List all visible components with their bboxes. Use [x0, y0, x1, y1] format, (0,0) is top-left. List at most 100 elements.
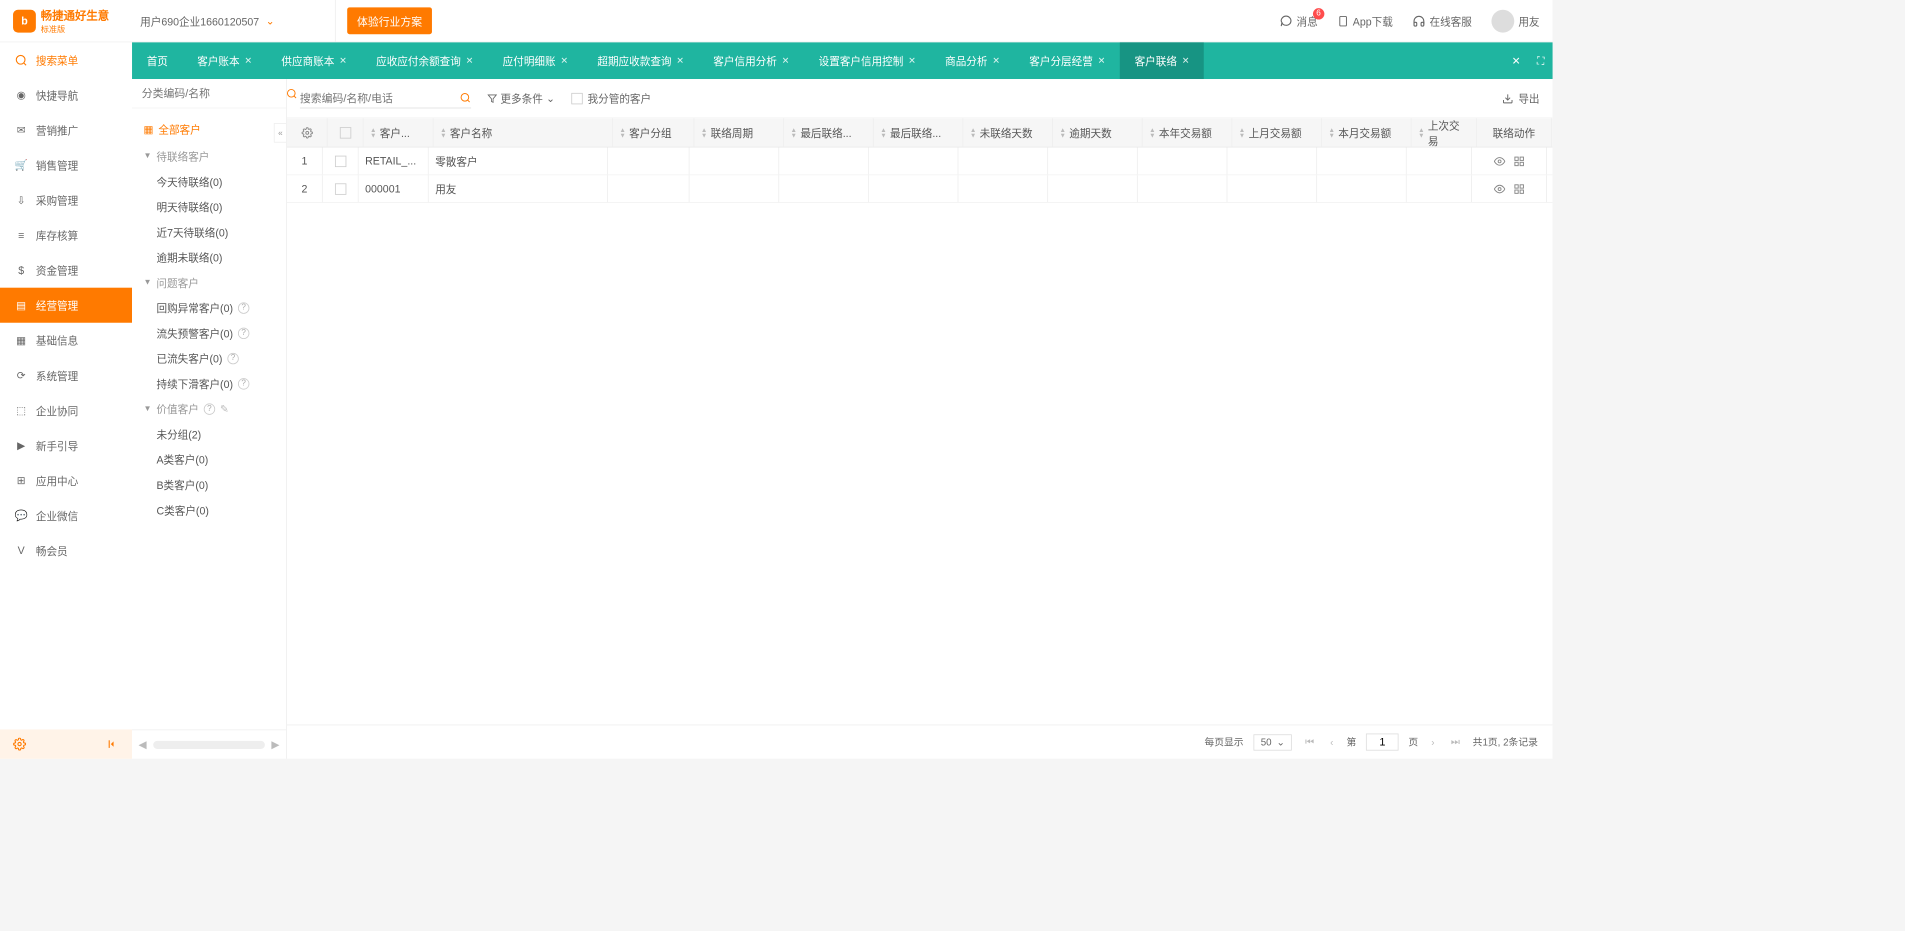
- close-icon[interactable]: ✕: [676, 55, 684, 66]
- nav-item-9[interactable]: ⬚企业协同: [0, 393, 132, 428]
- tab-5[interactable]: 超期应收款查询✕: [583, 42, 699, 79]
- nav-item-0[interactable]: ◉快捷导航: [0, 77, 132, 112]
- tree-scroll-left[interactable]: ◀: [139, 738, 147, 751]
- nav-item-13[interactable]: V畅会员: [0, 533, 132, 568]
- tree-leaf[interactable]: 近7天待联络(0): [132, 219, 286, 244]
- page-size-select[interactable]: 50 ⌄: [1253, 734, 1292, 750]
- header-checkbox[interactable]: [328, 118, 364, 147]
- nav-item-6[interactable]: ▤经营管理: [0, 288, 132, 323]
- tab-9[interactable]: 客户分层经营✕: [1015, 42, 1120, 79]
- tab-6[interactable]: 客户信用分析✕: [699, 42, 804, 79]
- col-customer-name[interactable]: 客户名称: [434, 118, 613, 147]
- tab-10[interactable]: 客户联络✕: [1120, 42, 1204, 79]
- close-icon[interactable]: ✕: [1182, 55, 1190, 66]
- close-icon[interactable]: ✕: [782, 55, 790, 66]
- prev-page-button[interactable]: ‹: [1327, 736, 1337, 747]
- tree-scroll-right[interactable]: ▶: [271, 738, 279, 751]
- nav-item-2[interactable]: 🛒销售管理: [0, 148, 132, 183]
- row-checkbox[interactable]: [323, 148, 359, 175]
- more-conditions[interactable]: 更多条件 ⌄: [487, 90, 555, 105]
- close-icon[interactable]: ✕: [1098, 55, 1106, 66]
- tree-scrollbar[interactable]: [153, 740, 265, 748]
- gear-icon[interactable]: [13, 738, 26, 751]
- user-menu[interactable]: 用友: [1491, 9, 1539, 32]
- col-overdue-days[interactable]: 逾期天数: [1053, 118, 1143, 147]
- tab-8[interactable]: 商品分析✕: [930, 42, 1014, 79]
- help-icon[interactable]: ?: [204, 403, 215, 414]
- nav-item-8[interactable]: ⟳系统管理: [0, 358, 132, 393]
- col-customer-code[interactable]: 客户...: [363, 118, 433, 147]
- table-row[interactable]: 1RETAIL_...零散客户: [287, 148, 1553, 176]
- tree-root-all[interactable]: ▦ 全部客户: [132, 115, 286, 144]
- tree-leaf[interactable]: 明天待联络(0): [132, 194, 286, 219]
- tenant-select[interactable]: 用户690企业1660120507 ⌄: [140, 0, 336, 42]
- tab-7[interactable]: 设置客户信用控制✕: [804, 42, 931, 79]
- tabs-close-all[interactable]: ✕: [1504, 54, 1529, 67]
- column-settings[interactable]: [287, 118, 328, 147]
- tree-collapse-button[interactable]: «: [274, 123, 287, 143]
- col-last-contact-1[interactable]: 最后联络...: [784, 118, 874, 147]
- close-icon[interactable]: ✕: [908, 55, 916, 66]
- nav-item-12[interactable]: 💬企业微信: [0, 498, 132, 533]
- nav-search[interactable]: 搜索菜单: [0, 42, 132, 77]
- tree-leaf[interactable]: B类客户(0): [132, 472, 286, 497]
- my-customers-checkbox[interactable]: 我分管的客户: [571, 90, 651, 105]
- tab-1[interactable]: 客户账本✕: [183, 42, 267, 79]
- help-icon[interactable]: ?: [227, 352, 238, 363]
- nav-item-10[interactable]: ▶新手引导: [0, 428, 132, 463]
- nav-item-5[interactable]: $资金管理: [0, 253, 132, 288]
- tree-group[interactable]: ▼问题客户: [132, 270, 286, 295]
- tree-leaf[interactable]: 今天待联络(0): [132, 169, 286, 194]
- search-icon[interactable]: [460, 92, 471, 103]
- next-page-button[interactable]: ›: [1428, 736, 1438, 747]
- tree-leaf[interactable]: 逾期未联络(0): [132, 245, 286, 270]
- app-download-link[interactable]: App下载: [1337, 13, 1393, 28]
- help-icon[interactable]: ?: [238, 378, 249, 389]
- last-page-button[interactable]: ⏭: [1448, 736, 1463, 748]
- tree-leaf[interactable]: 回购异常客户(0) ?: [132, 295, 286, 320]
- grid-search-input[interactable]: [300, 88, 460, 107]
- close-icon[interactable]: ✕: [245, 55, 253, 66]
- more-icon[interactable]: [1513, 155, 1524, 166]
- help-icon[interactable]: ?: [238, 302, 249, 313]
- row-checkbox[interactable]: [323, 175, 359, 202]
- col-days-no-contact[interactable]: 未联络天数: [963, 118, 1053, 147]
- view-icon[interactable]: [1493, 183, 1504, 194]
- col-customer-group[interactable]: 客户分组: [613, 118, 695, 147]
- table-row[interactable]: 2000001用友: [287, 175, 1553, 203]
- tab-2[interactable]: 供应商账本✕: [267, 42, 362, 79]
- nav-item-7[interactable]: ▦基础信息: [0, 323, 132, 358]
- col-last-month-amount[interactable]: 上月交易额: [1232, 118, 1322, 147]
- close-icon[interactable]: ✕: [561, 55, 569, 66]
- tree-leaf[interactable]: 已流失客户(0) ?: [132, 346, 286, 371]
- close-icon[interactable]: ✕: [992, 55, 1000, 66]
- close-icon[interactable]: ✕: [339, 55, 347, 66]
- page-input[interactable]: [1366, 734, 1399, 751]
- view-icon[interactable]: [1493, 155, 1504, 166]
- tabs-expand[interactable]: ⛶: [1529, 54, 1553, 67]
- col-last-contact-2[interactable]: 最后联络...: [874, 118, 964, 147]
- tree-leaf[interactable]: A类客户(0): [132, 447, 286, 472]
- tab-4[interactable]: 应付明细账✕: [488, 42, 583, 79]
- tree-leaf[interactable]: 流失预警客户(0) ?: [132, 320, 286, 345]
- col-contact-cycle[interactable]: 联络周期: [694, 118, 784, 147]
- tree-leaf[interactable]: 持续下滑客户(0) ?: [132, 371, 286, 396]
- more-icon[interactable]: [1513, 183, 1524, 194]
- tree-leaf[interactable]: C类客户(0): [132, 497, 286, 522]
- first-page-button[interactable]: ⏮: [1302, 736, 1317, 748]
- col-last-trade[interactable]: 上次交易: [1412, 118, 1477, 147]
- messages-link[interactable]: 消息 6: [1279, 13, 1317, 28]
- close-icon[interactable]: ✕: [466, 55, 474, 66]
- nav-item-4[interactable]: ≡库存核算: [0, 218, 132, 253]
- nav-item-11[interactable]: ⊞应用中心: [0, 463, 132, 498]
- export-button[interactable]: 导出: [1502, 90, 1540, 105]
- search-icon[interactable]: [286, 88, 297, 99]
- help-icon[interactable]: ?: [238, 327, 249, 338]
- tab-3[interactable]: 应收应付余额查询✕: [361, 42, 488, 79]
- tree-group[interactable]: ▼价值客户 ? ✎: [132, 396, 286, 421]
- tree-search-input[interactable]: [142, 87, 286, 99]
- col-this-month-amount[interactable]: 本月交易额: [1322, 118, 1412, 147]
- tree-group[interactable]: ▼待联络客户: [132, 143, 286, 168]
- online-service-link[interactable]: 在线客服: [1412, 13, 1472, 28]
- nav-item-3[interactable]: ⇩采购管理: [0, 183, 132, 218]
